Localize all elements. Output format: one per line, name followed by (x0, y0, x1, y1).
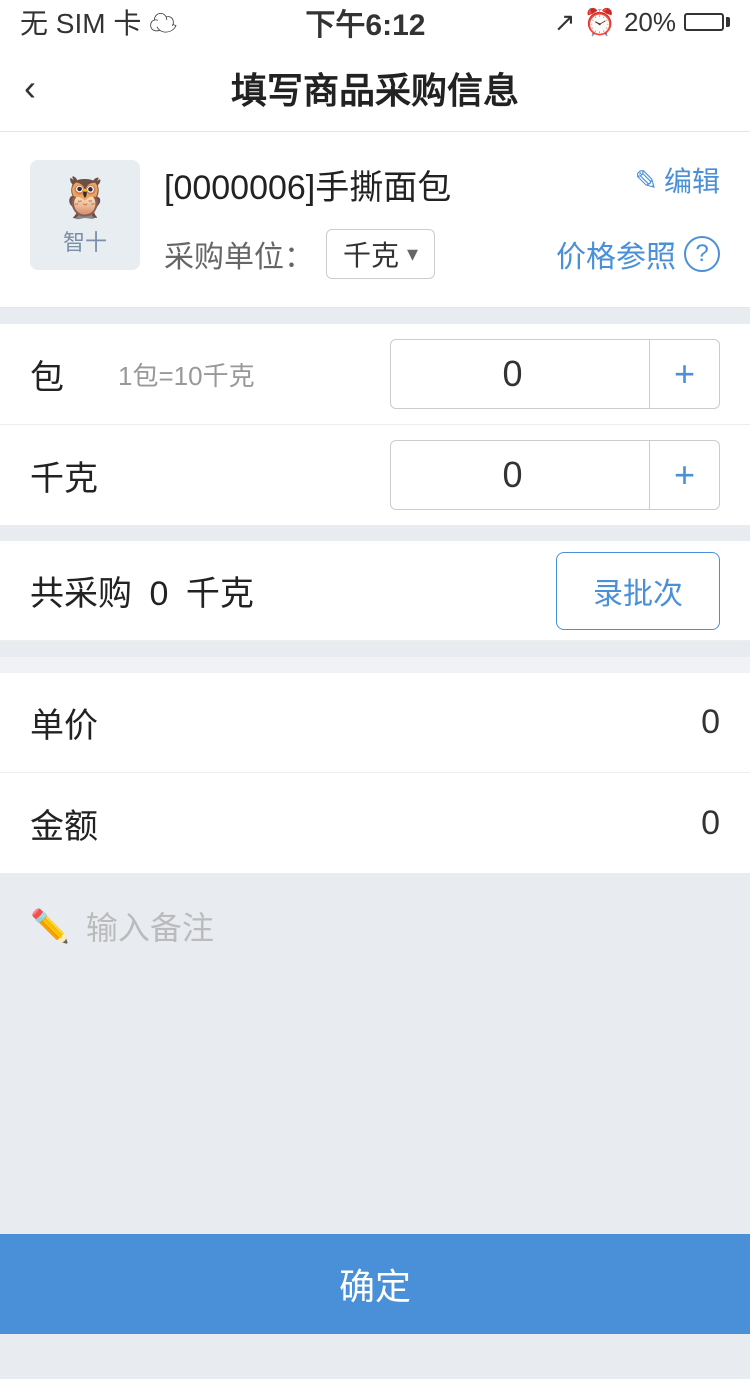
battery-icon (684, 13, 730, 31)
pack-plus-button[interactable]: + (650, 339, 720, 409)
confirm-label: 确定 (339, 1258, 411, 1310)
product-card: 🦉 智十 [0000006]手撕面包 ✎ 编辑 采购单位： 千克 ▾ 价格参照 … (0, 132, 750, 308)
price-reference-button[interactable]: 价格参照 ? (556, 232, 720, 276)
status-right: ↗ ⏰ 20% (554, 7, 730, 38)
pencil-icon: ✏️ (30, 907, 70, 945)
unit-price-label: 单价 (30, 698, 98, 747)
batch-button[interactable]: 录批次 (556, 552, 720, 630)
alarm-icon: ⏰ (584, 7, 616, 38)
product-name: [0000006]手撕面包 (164, 160, 619, 209)
product-info: [0000006]手撕面包 ✎ 编辑 采购单位： 千克 ▾ 价格参照 ? (164, 160, 720, 279)
remark-section[interactable]: ✏️ 输入备注 (0, 873, 750, 979)
summary-value: 0 (149, 575, 168, 613)
edit-label: 编辑 (664, 160, 720, 200)
kg-input-right: + (390, 440, 720, 510)
pack-plus-icon: + (674, 353, 695, 395)
product-unit-row: 采购单位： 千克 ▾ 价格参照 ? (164, 229, 720, 279)
kg-input-section: 千克 + (0, 425, 750, 525)
pack-input-right: + (390, 339, 720, 409)
amount-value: 0 (701, 804, 720, 843)
divider-3 (0, 641, 750, 657)
pack-input[interactable] (390, 339, 650, 409)
battery-percent: 20% (624, 7, 676, 38)
summary-prefix: 共采购 (30, 575, 132, 613)
info-icon: ? (684, 236, 720, 272)
pack-label: 包 (30, 350, 110, 399)
confirm-button[interactable]: 确定 (0, 1234, 750, 1334)
edit-icon: ✎ (635, 164, 658, 197)
status-time: 下午6:12 (305, 0, 425, 44)
divider-2 (0, 525, 750, 541)
kg-plus-button[interactable]: + (650, 440, 720, 510)
product-image: 🦉 智十 (30, 160, 140, 270)
page-title: 填写商品采购信息 (231, 62, 519, 114)
product-image-icon: 🦉 (60, 174, 110, 221)
summary-text: 共采购 0 千克 (30, 566, 254, 615)
status-left: 无 SIM 卡 ☁ (20, 2, 177, 42)
pack-input-section: 包 1包=10千克 + (0, 324, 750, 424)
product-header: [0000006]手撕面包 ✎ 编辑 (164, 160, 720, 209)
amount-row: 金额 0 (0, 773, 750, 873)
kg-label: 千克 (30, 451, 110, 500)
unit-price-value: 0 (701, 703, 720, 742)
unit-label: 采购单位： (164, 232, 314, 276)
unit-value: 千克 (343, 234, 399, 274)
unit-price-row: 单价 0 (0, 673, 750, 773)
pack-sublabel: 1包=10千克 (118, 356, 255, 393)
location-icon: ↗ (554, 7, 576, 38)
dropdown-arrow-icon: ▾ (407, 241, 418, 267)
edit-button[interactable]: ✎ 编辑 (635, 160, 720, 200)
summary-unit: 千克 (186, 575, 254, 613)
kg-input[interactable] (390, 440, 650, 510)
unit-selector[interactable]: 千克 ▾ (326, 229, 435, 279)
product-brand: 智十 (63, 225, 107, 257)
remark-placeholder: 输入备注 (86, 903, 214, 949)
batch-label: 录批次 (593, 578, 683, 611)
divider-1 (0, 308, 750, 324)
amount-label: 金额 (30, 799, 98, 848)
kg-plus-icon: + (674, 454, 695, 496)
pack-row: 包 1包=10千克 + (0, 324, 750, 424)
sim-status: 无 SIM 卡 ☁ (20, 2, 177, 42)
back-button[interactable]: ‹ (24, 67, 36, 109)
status-bar: 无 SIM 卡 ☁ 下午6:12 ↗ ⏰ 20% (0, 0, 750, 44)
summary-section: 共采购 0 千克 录批次 (0, 541, 750, 641)
price-ref-label: 价格参照 (556, 232, 676, 276)
price-section: 单价 0 金额 0 (0, 673, 750, 873)
kg-row: 千克 + (0, 425, 750, 525)
nav-bar: ‹ 填写商品采购信息 (0, 44, 750, 132)
